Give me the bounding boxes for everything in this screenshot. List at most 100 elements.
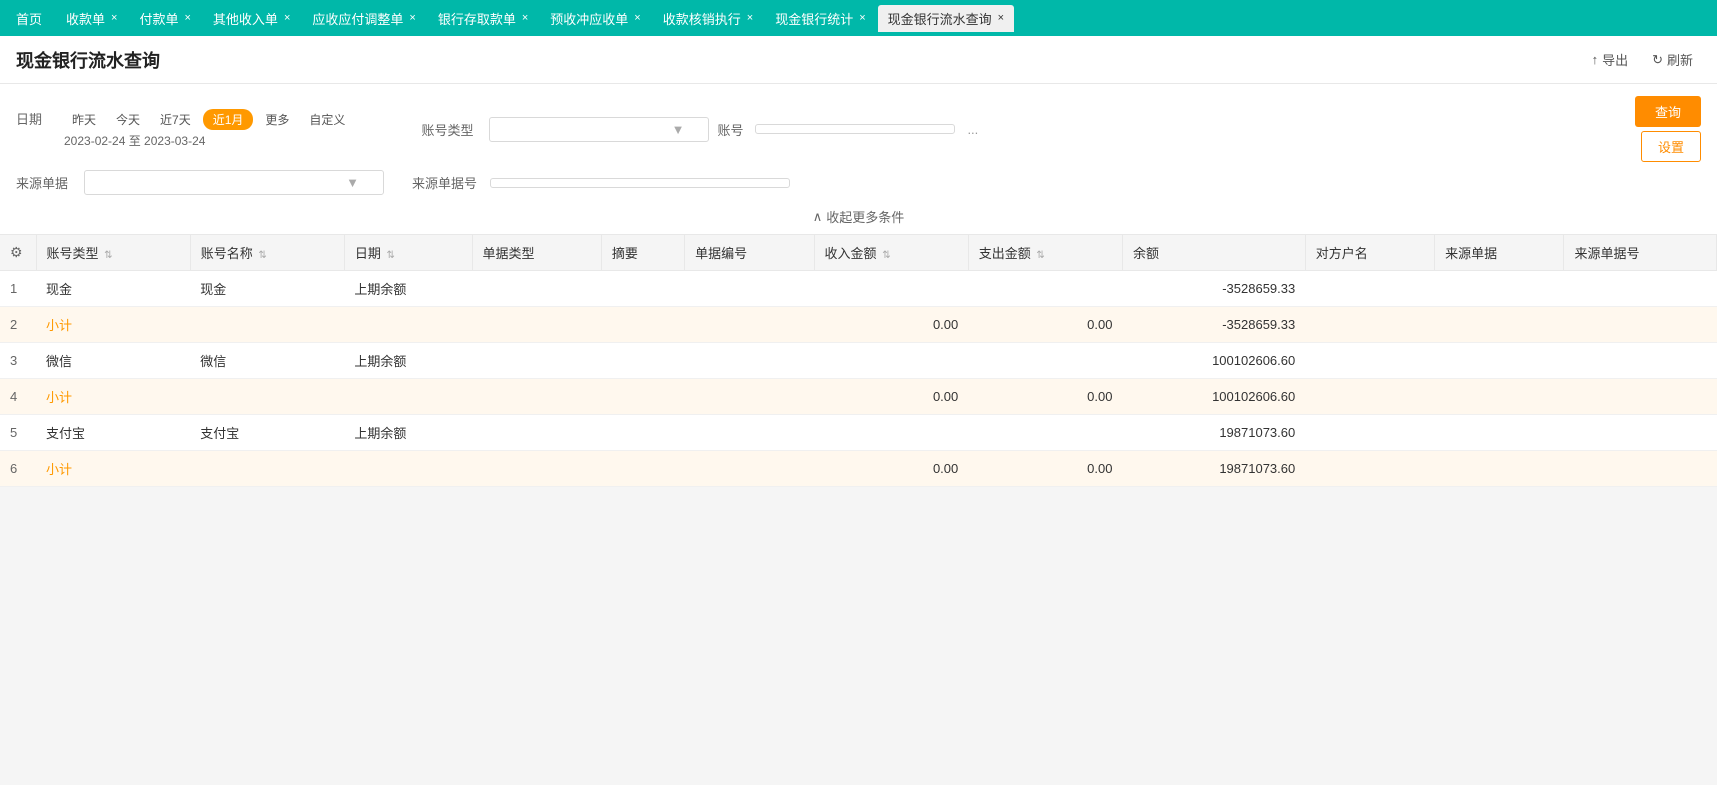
data-table: ⚙ 账号类型 ⇅ 账号名称 ⇅ 日期 ⇅ 单据类型 摘要 — [0, 235, 1717, 487]
source-doc-select[interactable]: ▼ — [84, 170, 384, 195]
col-date[interactable]: 日期 ⇅ — [344, 235, 472, 271]
date-btn-7days[interactable]: 近7天 — [152, 109, 199, 130]
date-label: 日期 — [16, 109, 56, 128]
cell-doc-type — [472, 271, 601, 307]
cell-account-name — [190, 451, 344, 487]
col-date-label: 日期 — [355, 246, 381, 261]
cell-summary — [601, 271, 684, 307]
cell-source-doc-num — [1564, 271, 1717, 307]
cell-doc-num — [685, 343, 814, 379]
filter-area: 日期 昨天 今天 近7天 近1月 更多 自定义 2023-02-24 至 202… — [0, 84, 1717, 235]
nav-tab-预收冲应收单[interactable]: 预收冲应收单 × — [540, 5, 650, 32]
col-account-name-label: 账号名称 — [201, 246, 253, 261]
filter-row-date: 日期 昨天 今天 近7天 近1月 更多 自定义 2023-02-24 至 202… — [16, 96, 1701, 162]
close-icon[interactable]: × — [284, 12, 290, 24]
close-icon[interactable]: × — [998, 12, 1004, 24]
col-counterpart[interactable]: 对方户名 — [1305, 235, 1434, 271]
close-icon[interactable]: × — [859, 12, 865, 24]
cell-summary — [601, 415, 684, 451]
account-type-select[interactable]: ▼ — [489, 117, 709, 142]
refresh-button[interactable]: ↻ 刷新 — [1644, 46, 1701, 73]
date-btn-more[interactable]: 更多 — [257, 109, 297, 130]
cell-source-doc — [1435, 451, 1564, 487]
close-icon[interactable]: × — [522, 12, 528, 24]
source-doc-num-input[interactable] — [490, 178, 790, 188]
col-doc-num[interactable]: 单据编号 — [685, 235, 814, 271]
table-row: 6小计0.000.0019871073.60 — [0, 451, 1717, 487]
cell-income — [814, 415, 968, 451]
row-number: 4 — [0, 379, 36, 415]
gear-icon[interactable]: ⚙ — [10, 244, 23, 260]
export-icon: ↑ — [1592, 52, 1599, 67]
cell-expense: 0.00 — [968, 379, 1122, 415]
dropdown-icon: ▼ — [346, 175, 359, 190]
refresh-icon: ↻ — [1652, 52, 1663, 68]
row-number: 1 — [0, 271, 36, 307]
cell-date — [344, 451, 472, 487]
table-row: 5支付宝支付宝上期余额19871073.60 — [0, 415, 1717, 451]
cell-expense — [968, 415, 1122, 451]
cell-counterpart — [1305, 415, 1434, 451]
cell-counterpart — [1305, 343, 1434, 379]
col-expense[interactable]: 支出金额 ⇅ — [968, 235, 1122, 271]
sort-icon: ⇅ — [104, 250, 112, 261]
cell-summary — [601, 451, 684, 487]
cell-source-doc-num — [1564, 343, 1717, 379]
date-btn-1month[interactable]: 近1月 — [203, 109, 254, 130]
query-button[interactable]: 查询 — [1635, 96, 1701, 127]
cell-date: 上期余额 — [344, 415, 472, 451]
account-ellipsis-button[interactable]: ... — [963, 118, 982, 141]
settings-button[interactable]: 设置 — [1641, 131, 1701, 162]
source-doc-num-label: 来源单据号 — [412, 173, 482, 192]
account-type-group: 账号类型 ▼ — [421, 117, 709, 142]
cell-source-doc-num — [1564, 307, 1717, 343]
close-icon[interactable]: × — [747, 12, 753, 24]
nav-tab-现金银行统计[interactable]: 现金银行统计 × — [765, 5, 875, 32]
cell-doc-num — [685, 271, 814, 307]
nav-tab-应收应付调整单[interactable]: 应收应付调整单 × — [302, 5, 425, 32]
col-income[interactable]: 收入金额 ⇅ — [814, 235, 968, 271]
col-account-type-label: 账号类型 — [47, 246, 99, 261]
close-icon[interactable]: × — [184, 12, 190, 24]
nav-tab-付款单[interactable]: 付款单 × — [129, 5, 200, 32]
date-btn-today[interactable]: 今天 — [108, 109, 148, 130]
sort-icon: ⇅ — [882, 250, 890, 261]
date-btn-yesterday[interactable]: 昨天 — [64, 109, 104, 130]
col-balance[interactable]: 余额 — [1122, 235, 1305, 271]
account-input[interactable] — [755, 124, 955, 134]
col-gear[interactable]: ⚙ — [0, 235, 36, 271]
col-source-doc-num[interactable]: 来源单据号 — [1564, 235, 1717, 271]
cell-source-doc — [1435, 343, 1564, 379]
cell-expense: 0.00 — [968, 451, 1122, 487]
close-icon[interactable]: × — [111, 12, 117, 24]
nav-tab-其他收入单[interactable]: 其他收入单 × — [203, 5, 300, 32]
col-doc-type[interactable]: 单据类型 — [472, 235, 601, 271]
cell-doc-num — [685, 415, 814, 451]
row-number: 2 — [0, 307, 36, 343]
col-account-type[interactable]: 账号类型 ⇅ — [36, 235, 190, 271]
date-btn-custom[interactable]: 自定义 — [301, 109, 353, 130]
cell-source-doc-num — [1564, 379, 1717, 415]
nav-tab-收款单[interactable]: 收款单 × — [56, 5, 127, 32]
col-account-name[interactable]: 账号名称 ⇅ — [190, 235, 344, 271]
nav-home[interactable]: 首页 — [4, 5, 54, 32]
close-icon[interactable]: × — [409, 12, 415, 24]
cell-balance: -3528659.33 — [1122, 271, 1305, 307]
nav-tab-现金银行流水查询[interactable]: 现金银行流水查询 × — [878, 5, 1014, 32]
export-button[interactable]: ↑ 导出 — [1584, 46, 1637, 73]
cell-income: 0.00 — [814, 307, 968, 343]
collapse-button[interactable]: ∧ 收起更多条件 — [16, 203, 1701, 226]
nav-tab-收款核销执行[interactable]: 收款核销执行 × — [653, 5, 763, 32]
cell-doc-type — [472, 307, 601, 343]
sort-icon: ⇅ — [387, 250, 395, 261]
col-doc-type-label: 单据类型 — [483, 246, 535, 261]
nav-tab-银行存取款单[interactable]: 银行存取款单 × — [428, 5, 538, 32]
col-source-doc[interactable]: 来源单据 — [1435, 235, 1564, 271]
date-options-container: 昨天 今天 近7天 近1月 更多 自定义 2023-02-24 至 2023-0… — [64, 109, 353, 149]
close-icon[interactable]: × — [634, 12, 640, 24]
col-summary[interactable]: 摘要 — [601, 235, 684, 271]
col-expense-label: 支出金额 — [979, 246, 1031, 261]
cell-summary — [601, 343, 684, 379]
page-title: 现金银行流水查询 — [16, 47, 160, 73]
cell-account-type: 小计 — [36, 451, 190, 487]
